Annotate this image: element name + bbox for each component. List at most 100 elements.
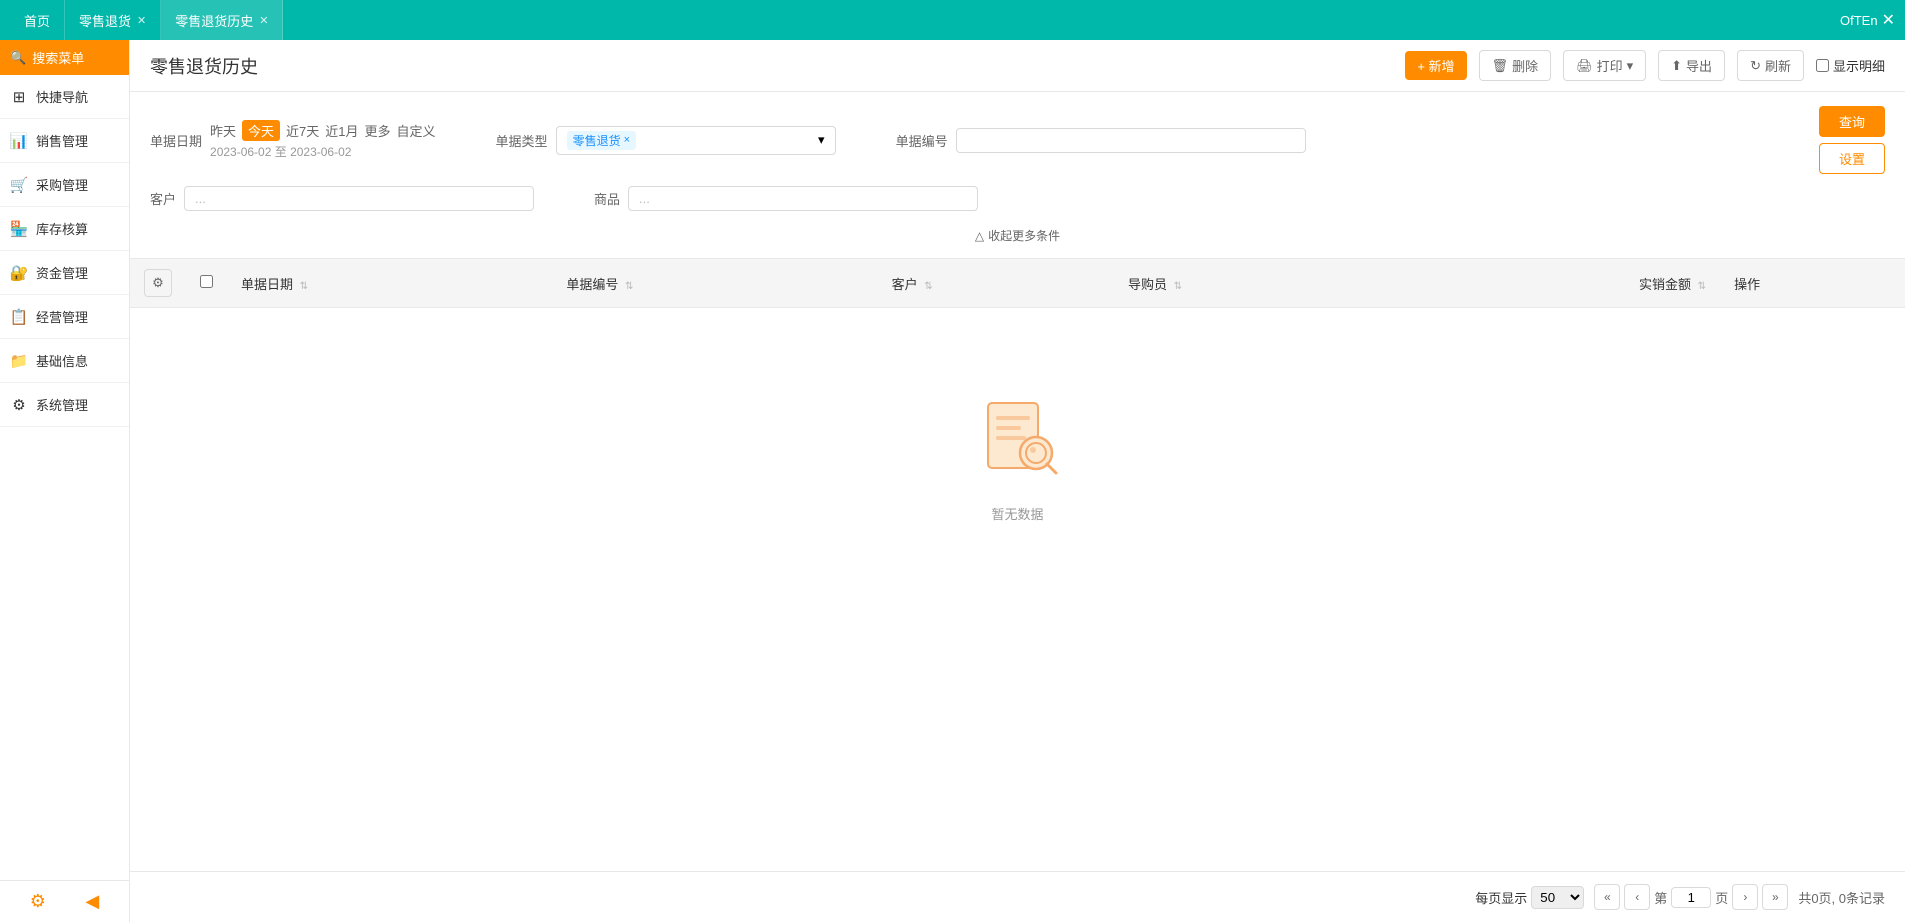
header-actions: + 新增 🗑 删除 🖨 打印 ▾ ⬆ 导出 ↻ <box>1405 50 1885 81</box>
date-opt-yesterday[interactable]: 昨天 <box>210 121 236 140</box>
inventory-icon: 🏪 <box>10 220 28 238</box>
th-doc-no[interactable]: 单据编号 ⇅ <box>552 259 877 308</box>
export-button[interactable]: ⬆ 导出 <box>1658 50 1725 81</box>
select-all-checkbox[interactable] <box>200 275 213 288</box>
sales-icon: 📊 <box>10 132 28 150</box>
doc-type-dropdown-icon: ▾ <box>818 132 825 148</box>
doc-type-select[interactable]: 零售退货 × ▾ <box>556 126 836 155</box>
table-area: ⚙ 单据日期 ⇅ 单据编号 ⇅ <box>130 259 1905 871</box>
date-options: 昨天 今天 近7天 近1月 更多 自定义 2023-06-02 至 2023-0… <box>210 120 436 160</box>
goods-input[interactable]: ... <box>628 186 978 211</box>
doc-type-tag-close[interactable]: × <box>624 134 630 146</box>
delete-button[interactable]: 🗑 删除 <box>1479 50 1552 81</box>
tab-retail-return-history[interactable]: 零售退货历史 ✕ <box>161 0 283 40</box>
doc-no-filter: 单据编号 <box>896 128 1306 153</box>
prev-page-button[interactable]: ‹ <box>1624 884 1650 910</box>
th-doc-date[interactable]: 单据日期 ⇅ <box>227 259 552 308</box>
sidebar-item-quick-nav[interactable]: ⊞ 快捷导航 <box>0 75 129 119</box>
table-header-row: ⚙ 单据日期 ⇅ 单据编号 ⇅ <box>130 259 1905 308</box>
th-customer[interactable]: 客户 ⇅ <box>878 259 1114 308</box>
tab-home[interactable]: 首页 <box>10 0 65 40</box>
pagination-bar: 每页显示 20 50 100 « ‹ 第 页 › » 共0页, 0条记录 <box>130 871 1905 922</box>
date-range-display: 2023-06-02 至 2023-06-02 <box>210 143 436 160</box>
sort-amount-icon: ⇅ <box>1698 281 1706 292</box>
show-detail-checkbox[interactable] <box>1816 59 1829 72</box>
setting-button[interactable]: 设置 <box>1819 143 1885 174</box>
empty-text: 暂无数据 <box>991 504 1043 523</box>
sidebar-search[interactable]: 🔍 搜索菜单 <box>0 40 129 75</box>
quick-nav-icon: ⊞ <box>10 88 28 106</box>
print-dropdown-icon: ▾ <box>1627 58 1634 74</box>
date-opt-custom[interactable]: 自定义 <box>397 121 436 140</box>
finance-icon: 🔐 <box>10 264 28 282</box>
print-button[interactable]: 🖨 打印 ▾ <box>1563 50 1646 81</box>
customer-input[interactable]: ... <box>184 186 534 211</box>
date-filter: 单据日期 昨天 今天 近7天 近1月 更多 自定义 2023-06-02 至 2… <box>150 120 436 160</box>
th-settings: ⚙ <box>130 259 186 308</box>
app-name: OfTEn ✕ <box>1840 10 1895 30</box>
sidebar-bottom: ⚙ ◀ <box>0 880 129 922</box>
th-guide[interactable]: 导购员 ⇅ <box>1114 259 1395 308</box>
page-size-dropdown[interactable]: 20 50 100 <box>1531 886 1584 909</box>
sidebar-item-inventory[interactable]: 🏪 库存核算 <box>0 207 129 251</box>
operation-icon: 📋 <box>10 308 28 326</box>
empty-icon <box>968 388 1068 488</box>
th-operation: 操作 <box>1720 259 1905 308</box>
export-icon: ⬆ <box>1671 58 1682 74</box>
goods-filter: 商品 ... <box>594 186 978 211</box>
filter-area: 单据日期 昨天 今天 近7天 近1月 更多 自定义 2023-06-02 至 2… <box>130 92 1905 259</box>
th-amount[interactable]: 实销金额 ⇅ <box>1395 259 1720 308</box>
date-opt-7days[interactable]: 近7天 <box>286 121 319 140</box>
next-page-button[interactable]: › <box>1732 884 1758 910</box>
close-retail-return-tab[interactable]: ✕ <box>137 14 146 27</box>
first-page-button[interactable]: « <box>1594 884 1620 910</box>
sidebar-item-operation[interactable]: 📋 经营管理 <box>0 295 129 339</box>
sort-doc-date-icon: ⇅ <box>300 281 308 292</box>
date-opt-more[interactable]: 更多 <box>365 121 391 140</box>
collapse-up-icon: △ <box>975 229 984 243</box>
page-nav: « ‹ 第 页 › » <box>1594 884 1788 910</box>
sidebar-item-sales[interactable]: 📊 销售管理 <box>0 119 129 163</box>
sidebar-nav: ⊞ 快捷导航 📊 销售管理 🛒 采购管理 🏪 库存核算 🔐 资金管理 <box>0 75 129 880</box>
show-detail-checkbox-label[interactable]: 显示明细 <box>1816 56 1885 75</box>
sort-customer-icon: ⇅ <box>924 281 932 292</box>
refresh-icon: ↻ <box>1750 58 1761 74</box>
search-icon: 🔍 <box>10 50 26 66</box>
refresh-button[interactable]: ↻ 刷新 <box>1737 50 1804 81</box>
th-checkbox <box>186 259 227 308</box>
table-settings-icon[interactable]: ⚙ <box>144 269 172 297</box>
collapse-filter-bar[interactable]: △ 收起更多条件 <box>150 223 1885 248</box>
sidebar: 🔍 搜索菜单 ⊞ 快捷导航 📊 销售管理 🛒 采购管理 🏪 库 <box>0 40 130 922</box>
doc-type-tag: 零售退货 × <box>567 131 636 150</box>
content-area: 零售退货历史 + 新增 🗑 删除 🖨 打印 ▾ ⬆ 导出 <box>130 40 1905 922</box>
last-page-button[interactable]: » <box>1762 884 1788 910</box>
doc-no-input[interactable] <box>956 128 1306 153</box>
delete-icon: 🗑 <box>1492 58 1509 74</box>
settings-bottom-icon[interactable]: ⚙ <box>30 891 46 912</box>
sidebar-item-system[interactable]: ⚙ 系统管理 <box>0 383 129 427</box>
data-table: ⚙ 单据日期 ⇅ 单据编号 ⇅ <box>130 259 1905 308</box>
new-button[interactable]: + 新增 <box>1405 51 1466 80</box>
sort-guide-icon: ⇅ <box>1174 281 1182 292</box>
collapse-sidebar-icon[interactable]: ◀ <box>85 891 99 912</box>
query-button[interactable]: 查询 <box>1819 106 1885 137</box>
doc-type-filter: 单据类型 零售退货 × ▾ <box>496 126 836 155</box>
tab-retail-return[interactable]: 零售退货 ✕ <box>65 0 161 40</box>
sidebar-item-base-info[interactable]: 📁 基础信息 <box>0 339 129 383</box>
page-size-select: 每页显示 20 50 100 <box>1475 886 1584 909</box>
top-bar: 首页 零售退货 ✕ 零售退货历史 ✕ OfTEn ✕ <box>0 0 1905 40</box>
date-opt-1month[interactable]: 近1月 <box>325 121 358 140</box>
system-icon: ⚙ <box>10 396 28 414</box>
sidebar-item-finance[interactable]: 🔐 资金管理 <box>0 251 129 295</box>
page-number-input[interactable] <box>1671 887 1711 908</box>
sort-doc-no-icon: ⇅ <box>625 281 633 292</box>
filter-row-2: 客户 ... 商品 ... <box>150 186 1885 211</box>
close-retail-return-history-tab[interactable]: ✕ <box>259 14 268 27</box>
page-title: 零售退货历史 <box>150 53 258 79</box>
total-info: 共0页, 0条记录 <box>1798 888 1885 907</box>
window-close-button[interactable]: ✕ <box>1882 10 1895 30</box>
date-opt-today[interactable]: 今天 <box>242 120 280 141</box>
base-info-icon: 📁 <box>10 352 28 370</box>
sidebar-item-purchase[interactable]: 🛒 采购管理 <box>0 163 129 207</box>
page-header: 零售退货历史 + 新增 🗑 删除 🖨 打印 ▾ ⬆ 导出 <box>130 40 1905 92</box>
